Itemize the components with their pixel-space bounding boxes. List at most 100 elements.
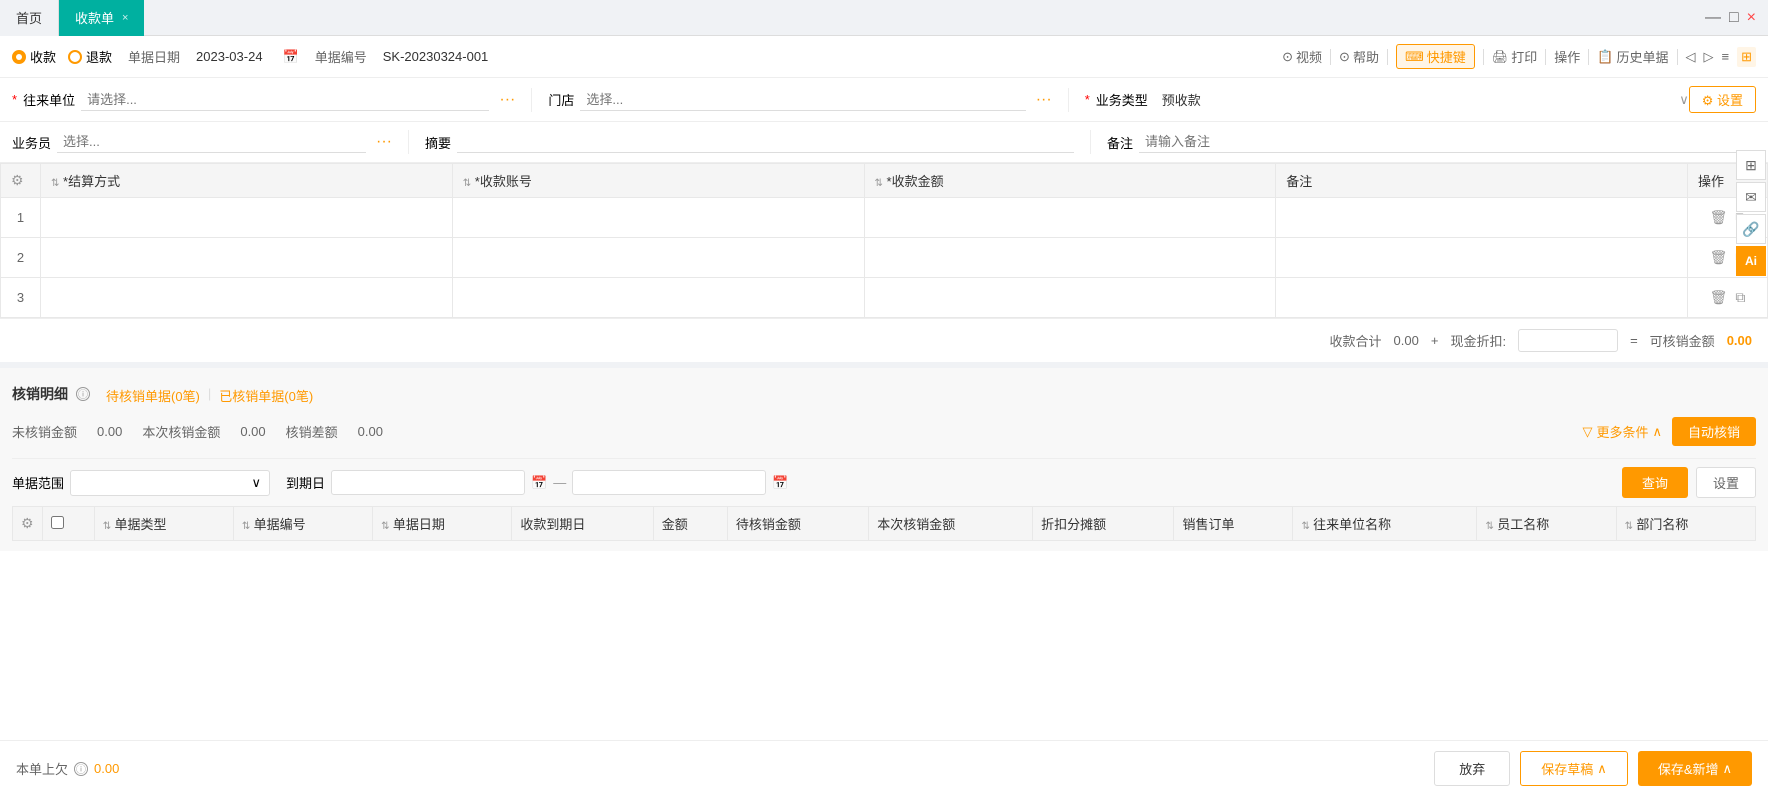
- input-settlement-1[interactable]: [41, 198, 452, 237]
- cell-remark-2[interactable]: [1276, 238, 1688, 278]
- video-btn[interactable]: ⊙ 视频: [1282, 47, 1322, 66]
- staff-input[interactable]: [57, 131, 366, 153]
- save-draft-chevron-icon[interactable]: ∧: [1597, 761, 1607, 777]
- save-draft-button[interactable]: 保存草稿 ∧: [1520, 751, 1628, 786]
- biz-type-chevron-icon[interactable]: ∨: [1679, 92, 1689, 108]
- table-gear-icon[interactable]: ⚙: [11, 172, 24, 188]
- pending-tab[interactable]: 待核销单据(0笔): [98, 382, 208, 409]
- input-account-1[interactable]: [453, 198, 864, 237]
- receipt-radio-dot: [12, 50, 26, 64]
- cell-remark-1[interactable]: [1276, 198, 1688, 238]
- calendar-to-icon[interactable]: 📅: [772, 475, 788, 491]
- grid-icon[interactable]: ⊞: [1737, 47, 1756, 67]
- due-to-input[interactable]: 2022-04-12: [572, 470, 766, 495]
- cell-amount-2[interactable]: [864, 238, 1276, 278]
- cell-settlement-2[interactable]: [41, 238, 453, 278]
- minimize-icon[interactable]: —: [1705, 9, 1721, 27]
- cell-account-1[interactable]: [452, 198, 864, 238]
- copy-row-3-icon[interactable]: ⧉: [1735, 289, 1745, 306]
- more-conditions-label: 更多条件: [1596, 422, 1648, 441]
- chevron-up-icon: ∧: [1652, 424, 1662, 440]
- tab-receipt[interactable]: 收款单 ×: [59, 0, 144, 36]
- auto-verify-btn[interactable]: 自动核销: [1672, 417, 1756, 446]
- due-from-input[interactable]: 2022-04-01: [331, 470, 525, 495]
- staff-more-btn[interactable]: ···: [376, 133, 392, 151]
- nav-right-icon[interactable]: ▷: [1704, 49, 1714, 65]
- setting-button[interactable]: ⚙ 设置: [1689, 86, 1756, 113]
- more-conditions-btn[interactable]: ▽ 更多条件 ∧: [1582, 422, 1662, 441]
- history-btn[interactable]: 📋 历史单据: [1597, 47, 1668, 66]
- tab-close-icon[interactable]: ×: [122, 12, 128, 24]
- select-all-checkbox[interactable]: [51, 516, 64, 529]
- cell-settlement-1[interactable]: [41, 198, 453, 238]
- filter-setting-btn[interactable]: 设置: [1696, 467, 1756, 498]
- sidebar-ai-icon[interactable]: Ai: [1736, 246, 1766, 276]
- verification-info-icon[interactable]: ⓘ: [76, 387, 90, 401]
- print-btn[interactable]: 🖨 打印: [1492, 47, 1538, 66]
- date-range-dash: —: [553, 475, 566, 490]
- cell-settlement-3[interactable]: [41, 278, 453, 318]
- counterpart-input[interactable]: [81, 89, 489, 111]
- delete-row-2-icon[interactable]: 🗑: [1710, 249, 1728, 266]
- current-label: 本次核销金额: [142, 422, 220, 441]
- remark-input[interactable]: [1139, 131, 1756, 153]
- shortcut-btn[interactable]: ⌨ 快捷键: [1396, 44, 1475, 69]
- sidebar-mail-icon[interactable]: ✉: [1736, 182, 1766, 212]
- list-icon[interactable]: ≡: [1722, 49, 1730, 64]
- store-input[interactable]: [580, 89, 1025, 111]
- window-controls: — □ ×: [1705, 9, 1768, 27]
- tab-home-label: 首页: [16, 8, 42, 27]
- receipt-radio[interactable]: 收款: [12, 47, 56, 66]
- toolbar: 收款 退款 单据日期 2023-03-24 📅 单据编号 SK-20230324…: [0, 36, 1768, 78]
- nav-left-icon[interactable]: ◁: [1686, 49, 1696, 65]
- total-value: 0.00: [1394, 333, 1419, 348]
- input-remark-2[interactable]: [1276, 238, 1687, 277]
- number-label: 单据编号: [315, 47, 367, 66]
- input-amount-1[interactable]: [865, 198, 1276, 237]
- save-new-button[interactable]: 保存&新增 ∧: [1638, 751, 1752, 786]
- video-label: 视频: [1296, 47, 1322, 66]
- table-row: 3 🗑 ⧉: [1, 278, 1768, 318]
- abandon-button[interactable]: 放弃: [1434, 751, 1510, 786]
- help-btn[interactable]: ⊙ 帮助: [1339, 47, 1379, 66]
- input-amount-2[interactable]: [865, 238, 1276, 277]
- discount-input[interactable]: [1518, 329, 1618, 352]
- input-account-2[interactable]: [453, 238, 864, 277]
- sidebar-link-icon[interactable]: 🔗: [1736, 214, 1766, 244]
- cell-amount-1[interactable]: [864, 198, 1276, 238]
- query-btn[interactable]: 查询: [1622, 467, 1688, 498]
- bottom-table-gear-icon[interactable]: ⚙: [21, 515, 34, 531]
- calendar-from-icon[interactable]: 📅: [531, 475, 547, 491]
- maximize-icon[interactable]: □: [1729, 9, 1739, 27]
- input-settlement-2[interactable]: [41, 238, 452, 277]
- cell-account-2[interactable]: [452, 238, 864, 278]
- sidebar-table-icon[interactable]: ⊞: [1736, 150, 1766, 180]
- done-tab[interactable]: 已核销单据(0笔): [211, 382, 321, 409]
- summary-row: 收款合计 0.00 + 现金折扣: = 可核销金额 0.00: [0, 318, 1768, 362]
- table-gear-header[interactable]: ⚙: [1, 164, 41, 198]
- current-value: 0.00: [240, 424, 265, 439]
- cell-amount-3[interactable]: [864, 278, 1276, 318]
- filter-icon: ▽: [1582, 424, 1592, 440]
- this-order-info-icon[interactable]: ⓘ: [74, 762, 88, 776]
- summary-input[interactable]: [457, 131, 1074, 153]
- operation-btn[interactable]: 操作: [1554, 47, 1580, 66]
- range-select[interactable]: ∨: [70, 470, 270, 496]
- cell-remark-3[interactable]: [1276, 278, 1688, 318]
- close-icon[interactable]: ×: [1747, 9, 1756, 27]
- tab-home[interactable]: 首页: [0, 0, 59, 36]
- input-account-3[interactable]: [453, 278, 864, 317]
- store-more-btn[interactable]: ···: [1036, 91, 1052, 109]
- refund-radio[interactable]: 退款: [68, 47, 112, 66]
- delete-row-3-icon[interactable]: 🗑: [1710, 289, 1728, 306]
- input-remark-3[interactable]: [1276, 278, 1687, 317]
- date-calendar-icon[interactable]: 📅: [283, 49, 299, 65]
- input-remark-1[interactable]: [1276, 198, 1687, 237]
- counterpart-more-btn[interactable]: ···: [499, 91, 515, 109]
- input-amount-3[interactable]: [865, 278, 1276, 317]
- th-checkbox: ⚙: [13, 507, 43, 541]
- delete-row-1-icon[interactable]: 🗑: [1710, 209, 1728, 226]
- cell-account-3[interactable]: [452, 278, 864, 318]
- input-settlement-3[interactable]: [41, 278, 452, 317]
- save-new-chevron-icon[interactable]: ∧: [1722, 761, 1732, 777]
